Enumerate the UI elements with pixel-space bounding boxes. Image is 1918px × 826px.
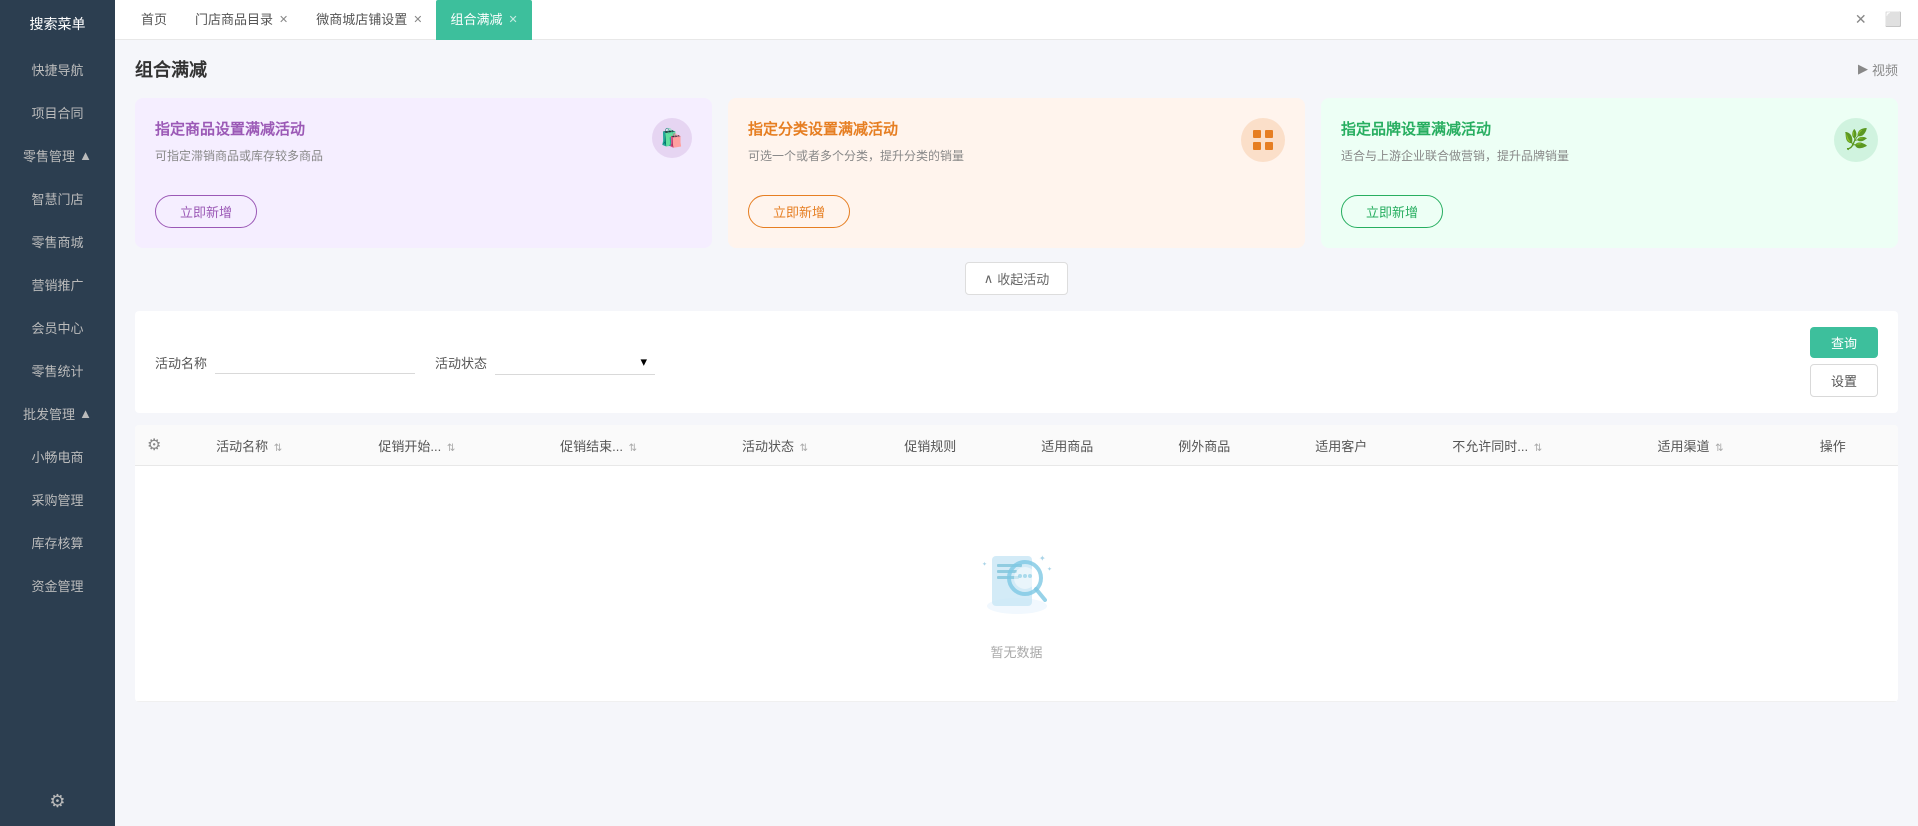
col-gear: ⚙ — [135, 425, 204, 466]
col-actions: 操作 — [1808, 425, 1898, 466]
search-bar: 活动名称 活动状态 ▾ 查询 设置 — [135, 311, 1898, 413]
svg-text:🌿: 🌿 — [1844, 127, 1869, 151]
sort-channel-icon[interactable]: ⇅ — [1715, 443, 1723, 454]
sidebar-item-retail-management[interactable]: 零售管理 ▲ — [0, 134, 115, 177]
card-brand-title: 指定品牌设置满减活动 — [1341, 118, 1878, 139]
page-header: 组合满减 ▶ 视频 — [135, 56, 1898, 82]
empty-text: 暂无数据 — [135, 642, 1898, 661]
svg-text:✦: ✦ — [1039, 554, 1046, 563]
sort-status-icon[interactable]: ⇅ — [800, 443, 808, 454]
col-products: 适用商品 — [1029, 425, 1166, 466]
tab-bar-right: ✕ ⬜ — [1851, 11, 1906, 28]
sort-name-icon[interactable]: ⇅ — [274, 443, 282, 454]
sidebar-item-procurement[interactable]: 采购管理 — [0, 478, 115, 521]
col-start: 促销开始... ⇅ — [366, 425, 548, 466]
cards-section: 指定商品设置满减活动 可指定滞销商品或库存较多商品 🛍️ 立即新增 指定分类设置… — [135, 98, 1898, 248]
video-link[interactable]: ▶ 视频 — [1858, 60, 1898, 79]
sort-start-icon[interactable]: ⇅ — [447, 443, 455, 454]
data-table: ⚙ 活动名称 ⇅ 促销开始... ⇅ 促销结束... ⇅ — [135, 425, 1898, 702]
sidebar-search[interactable]: 搜索菜单 — [0, 0, 115, 48]
card-product: 指定商品设置满减活动 可指定滞销商品或库存较多商品 🛍️ 立即新增 — [135, 98, 712, 248]
sidebar-item-wholesale[interactable]: 批发管理 ▲ — [0, 392, 115, 435]
tab-combo-discount[interactable]: 组合满减 ✕ — [436, 0, 531, 40]
table-body: ✦ ✦ ✦ 暂无数据 — [135, 466, 1898, 702]
collapse-bar: ∧ 收起活动 — [135, 262, 1898, 295]
page-title: 组合满减 — [135, 56, 207, 82]
chevron-down-icon: ▾ — [641, 354, 648, 370]
sidebar-item-contracts[interactable]: 项目合同 — [0, 91, 115, 134]
col-channel: 适用渠道 ⇅ — [1646, 425, 1808, 466]
sidebar-item-retail-stats[interactable]: 零售统计 — [0, 349, 115, 392]
tab-bar: 首页 门店商品目录 ✕ 微商城店铺设置 ✕ 组合满减 ✕ ✕ ⬜ — [115, 0, 1918, 40]
svg-text:✦: ✦ — [1047, 566, 1052, 573]
tab-close-wechat-settings[interactable]: ✕ — [413, 0, 422, 40]
tab-store-products[interactable]: 门店商品目录 ✕ — [181, 0, 302, 40]
sort-overlap-icon[interactable]: ⇅ — [1534, 443, 1542, 454]
col-rule: 促销规则 — [892, 425, 1029, 466]
collapse-icon: ∧ — [984, 271, 994, 287]
svg-text:🛍️: 🛍️ — [661, 127, 683, 148]
col-status: 活动状态 ⇅ — [730, 425, 892, 466]
card-brand: 指定品牌设置满减活动 适合与上游企业联合做营销，提升品牌销量 🌿 立即新增 — [1321, 98, 1898, 248]
col-end: 促销结束... ⇅ — [548, 425, 730, 466]
search-name-field: 活动名称 — [155, 350, 415, 374]
sidebar-item-smart-store[interactable]: 智慧门店 — [0, 177, 115, 220]
col-name: 活动名称 ⇅ — [204, 425, 366, 466]
search-status-select[interactable]: ▾ — [495, 350, 655, 375]
sidebar: 搜索菜单 快捷导航 项目合同 零售管理 ▲ 智慧门店 零售商城 营销推广 会员中… — [0, 0, 115, 826]
empty-state: ✦ ✦ ✦ 暂无数据 — [135, 466, 1898, 701]
tab-close-combo-discount[interactable]: ✕ — [509, 0, 518, 40]
search-name-label: 活动名称 — [155, 353, 207, 372]
sidebar-bottom: ⚙ — [0, 777, 115, 826]
settings-icon[interactable]: ⚙ — [49, 791, 65, 811]
settings-button[interactable]: 设置 — [1810, 364, 1878, 397]
col-customers: 适用客户 — [1303, 425, 1440, 466]
table-header: ⚙ 活动名称 ⇅ 促销开始... ⇅ 促销结束... ⇅ — [135, 425, 1898, 466]
search-status-label: 活动状态 — [435, 353, 487, 372]
main-area: 首页 门店商品目录 ✕ 微商城店铺设置 ✕ 组合满减 ✕ ✕ ⬜ 组合满减 ▶ … — [115, 0, 1918, 826]
card-product-add-btn[interactable]: 立即新增 — [155, 195, 257, 228]
content-area: 组合满减 ▶ 视频 指定商品设置满减活动 可指定滞销商品或库存较多商品 🛍️ — [115, 40, 1918, 826]
card-brand-add-btn[interactable]: 立即新增 — [1341, 195, 1443, 228]
sidebar-item-membership[interactable]: 会员中心 — [0, 306, 115, 349]
play-icon: ▶ — [1858, 61, 1868, 77]
sidebar-item-ecommerce[interactable]: 小畅电商 — [0, 435, 115, 478]
col-no-overlap: 不允许同时... ⇅ — [1440, 425, 1645, 466]
card-category-icon — [1241, 118, 1285, 170]
search-name-input[interactable] — [215, 350, 415, 374]
card-category-title: 指定分类设置满减活动 — [748, 118, 1285, 139]
table-container: ⚙ 活动名称 ⇅ 促销开始... ⇅ 促销结束... ⇅ — [135, 425, 1898, 702]
card-brand-desc: 适合与上游企业联合做营销，提升品牌销量 — [1341, 147, 1878, 166]
empty-icon: ✦ ✦ ✦ — [967, 526, 1067, 626]
table-empty-row: ✦ ✦ ✦ 暂无数据 — [135, 466, 1898, 702]
svg-text:✦: ✦ — [982, 561, 987, 568]
sidebar-item-marketing[interactable]: 营销推广 — [0, 263, 115, 306]
card-brand-icon: 🌿 — [1834, 118, 1878, 170]
card-category-add-btn[interactable]: 立即新增 — [748, 195, 850, 228]
sidebar-item-shortcuts[interactable]: 快捷导航 — [0, 48, 115, 91]
card-product-desc: 可指定滞销商品或库存较多商品 — [155, 147, 692, 166]
window-close-btn[interactable]: ✕ — [1851, 11, 1871, 28]
tab-close-store-products[interactable]: ✕ — [279, 0, 288, 40]
sidebar-item-finance[interactable]: 资金管理 — [0, 564, 115, 607]
sidebar-item-retail-mall[interactable]: 零售商城 — [0, 220, 115, 263]
search-status-field: 活动状态 ▾ — [435, 350, 655, 375]
card-category-desc: 可选一个或者多个分类，提升分类的销量 — [748, 147, 1285, 166]
table-header-row: ⚙ 活动名称 ⇅ 促销开始... ⇅ 促销结束... ⇅ — [135, 425, 1898, 466]
window-minimize-btn[interactable]: ⬜ — [1881, 11, 1906, 28]
card-product-title: 指定商品设置满减活动 — [155, 118, 692, 139]
sort-end-icon[interactable]: ⇅ — [629, 443, 637, 454]
search-buttons: 查询 设置 — [1810, 327, 1878, 397]
col-exceptions: 例外商品 — [1166, 425, 1303, 466]
tab-wechat-settings[interactable]: 微商城店铺设置 ✕ — [302, 0, 436, 40]
table-gear-icon[interactable]: ⚙ — [147, 437, 161, 454]
sidebar-item-inventory[interactable]: 库存核算 — [0, 521, 115, 564]
card-product-icon: 🛍️ — [652, 118, 692, 166]
tab-home[interactable]: 首页 — [127, 0, 181, 40]
card-category: 指定分类设置满减活动 可选一个或者多个分类，提升分类的销量 立即新增 — [728, 98, 1305, 248]
query-button[interactable]: 查询 — [1810, 327, 1878, 358]
collapse-activity-btn[interactable]: ∧ 收起活动 — [965, 262, 1069, 295]
